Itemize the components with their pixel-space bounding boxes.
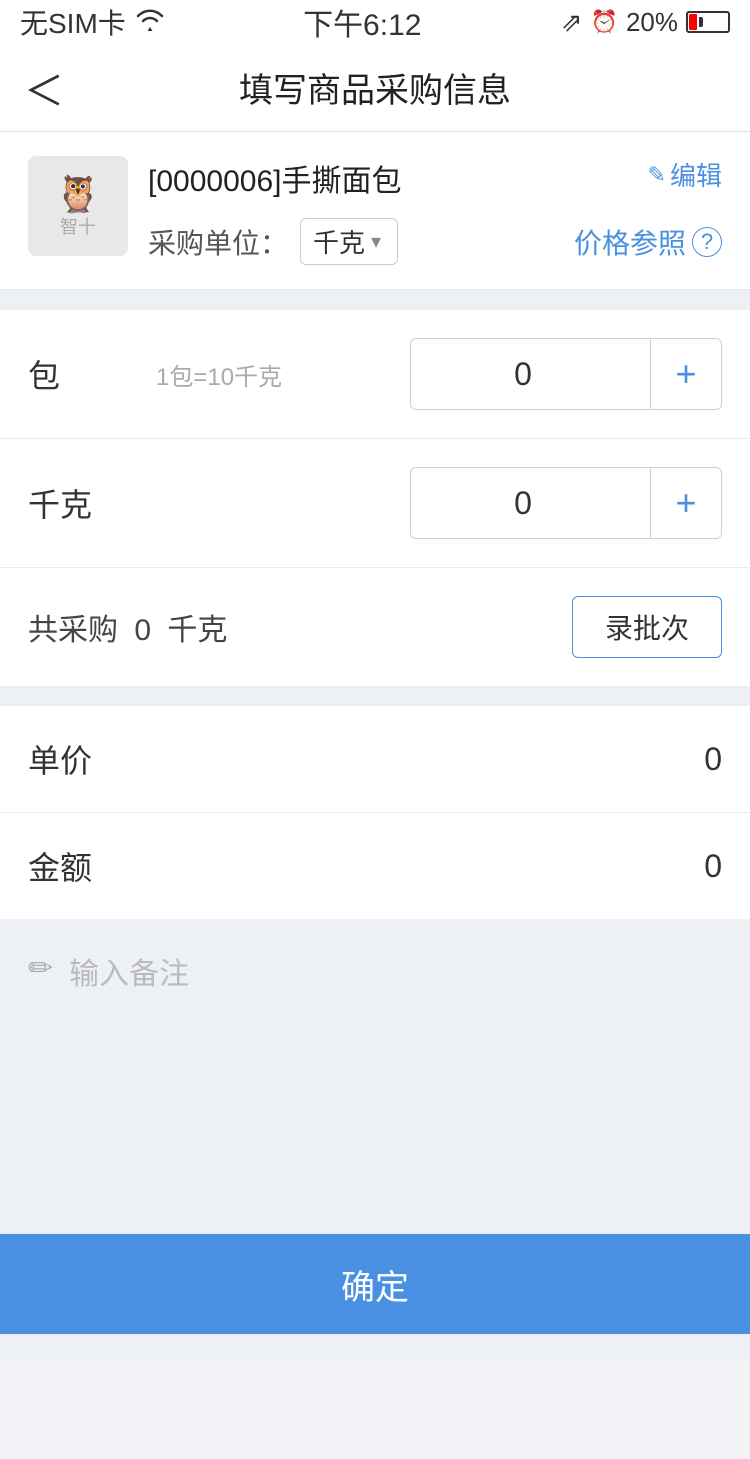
back-button[interactable]: ＜ <box>24 59 64 117</box>
edit-label: 编辑 <box>670 156 722 193</box>
bag-input[interactable] <box>410 338 650 410</box>
kg-input-group: + <box>410 467 722 539</box>
status-left: 无SIM卡 <box>20 2 164 42</box>
kg-label: 千克 <box>28 480 148 526</box>
total-text: 共采购 0 千克 <box>28 605 227 649</box>
unit-price-value: 0 <box>704 741 722 778</box>
amount-value: 0 <box>704 848 722 885</box>
alarm-icon: ⏰ <box>591 9 618 35</box>
total-prefix: 共采购 <box>28 614 118 647</box>
product-card: 🦉 智十 [0000006]手撕面包 ✎ 编辑 采购单位： 千克 ▾ <box>0 132 750 290</box>
kg-input[interactable] <box>410 467 650 539</box>
page-title: 填写商品采购信息 <box>239 63 511 112</box>
section-divider-1 <box>0 290 750 310</box>
price-ref-label: 价格参照 <box>574 222 686 262</box>
product-name: [0000006]手撕面包 <box>148 156 401 200</box>
unit-price-row: 单价 0 <box>0 706 750 813</box>
price-ref-link[interactable]: 价格参照 ? <box>574 222 722 262</box>
amount-label: 金额 <box>28 843 92 889</box>
total-amount: 0 <box>134 614 151 647</box>
unit-select[interactable]: 千克 ▾ <box>300 218 398 265</box>
edit-icon: ✎ <box>648 162 666 188</box>
product-top-row: [0000006]手撕面包 ✎ 编辑 <box>148 156 722 200</box>
location-icon: ⇗ <box>561 7 583 38</box>
bag-hint: 1包=10千克 <box>156 357 410 392</box>
price-section: 单价 0 金额 0 <box>0 706 750 919</box>
product-logo: 🦉 智十 <box>56 174 101 237</box>
bag-input-section: 包 1包=10千克 + 千克 + <box>0 310 750 568</box>
kg-plus-button[interactable]: + <box>650 467 722 539</box>
product-unit-row: 采购单位： 千克 ▾ 价格参照 ? <box>148 218 722 265</box>
remark-area[interactable]: ✏ 输入备注 <box>0 919 750 1099</box>
confirm-button[interactable]: 确定 <box>0 1234 750 1334</box>
wifi-icon <box>136 6 164 38</box>
section-divider-2 <box>0 686 750 706</box>
total-row: 共采购 0 千克 录批次 <box>0 568 750 686</box>
product-thumbnail: 🦉 智十 <box>28 156 128 256</box>
carrier-text: 无SIM卡 <box>20 2 126 42</box>
bag-input-group: + <box>410 338 722 410</box>
chevron-down-icon: ▾ <box>371 229 381 254</box>
batch-button[interactable]: 录批次 <box>572 596 722 658</box>
edit-link[interactable]: ✎ 编辑 <box>648 156 722 193</box>
battery-icon <box>686 11 730 33</box>
unit-price-label: 单价 <box>28 736 92 782</box>
remark-placeholder: 输入备注 <box>69 949 189 993</box>
product-info: [0000006]手撕面包 ✎ 编辑 采购单位： 千克 ▾ 价格参照 <box>148 156 722 265</box>
status-bar: 无SIM卡 下午6:12 ⇗ ⏰ 20% <box>0 0 750 44</box>
status-time: 下午6:12 <box>303 0 421 44</box>
unit-value: 千克 <box>313 223 365 260</box>
bag-plus-button[interactable]: + <box>650 338 722 410</box>
amount-row: 金额 0 <box>0 813 750 919</box>
nav-bar: ＜ 填写商品采购信息 <box>0 44 750 132</box>
bag-label: 包 <box>28 351 148 397</box>
pencil-icon: ✏ <box>28 951 53 986</box>
bag-input-row: 包 1包=10千克 + <box>0 310 750 439</box>
kg-input-row: 千克 + <box>0 439 750 568</box>
unit-label: 采购单位： <box>148 222 288 262</box>
status-right: ⇗ ⏰ 20% <box>561 7 730 38</box>
help-icon[interactable]: ? <box>692 227 722 257</box>
battery-percent: 20% <box>626 7 678 38</box>
total-unit: 千克 <box>167 614 227 647</box>
